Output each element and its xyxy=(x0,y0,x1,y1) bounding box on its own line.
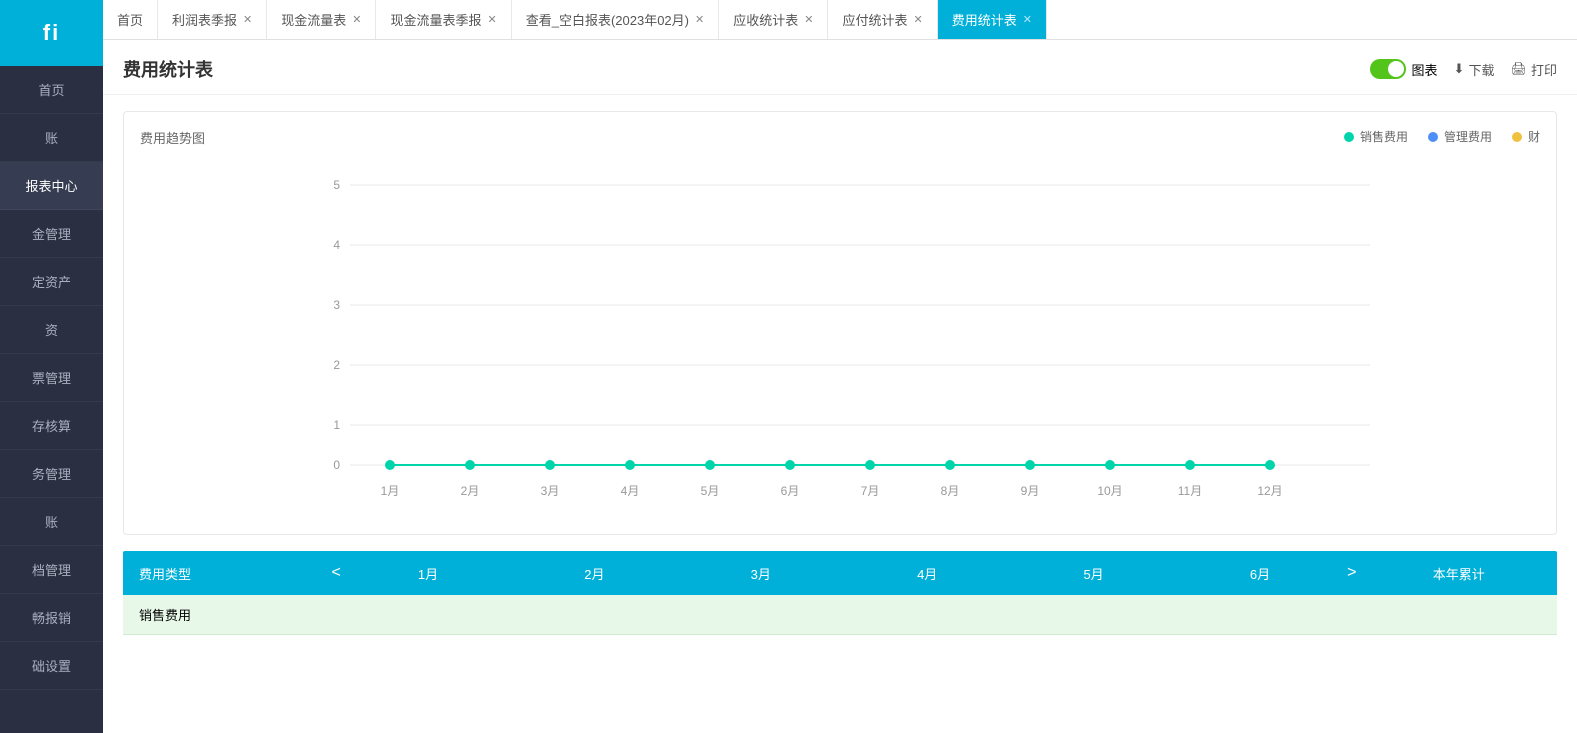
svg-text:11月: 11月 xyxy=(1178,484,1202,498)
table-row: 销售费用 xyxy=(123,595,1557,635)
svg-text:6月: 6月 xyxy=(781,484,800,498)
legend-finance: 财 xyxy=(1512,128,1540,145)
sidebar: fi 首页 账 报表中心 金管理 定资产 资 票管理 存核算 务管理 账 档管理… xyxy=(0,0,103,733)
legend-dot-finance xyxy=(1512,132,1522,142)
sidebar-item-account[interactable]: 账 xyxy=(0,114,103,162)
page-header: 费用统计表 图表 ⬇ 下载 🖨 打印 xyxy=(103,40,1577,95)
th-month-3: 3月 xyxy=(678,564,844,583)
tab-cashflow-quarterly[interactable]: 现金流量表季报 ✕ xyxy=(376,0,511,40)
tab-expense-stats[interactable]: 费用统计表 ✕ xyxy=(938,0,1047,40)
legend-dot-sales xyxy=(1344,132,1354,142)
tab-close-profit-quarterly[interactable]: ✕ xyxy=(243,13,252,26)
chart-svg: 0 1 2 3 4 5 xyxy=(140,155,1540,515)
svg-text:7月: 7月 xyxy=(861,484,880,498)
svg-text:3月: 3月 xyxy=(541,484,560,498)
legend-dot-management xyxy=(1428,132,1438,142)
content-area: 费用统计表 图表 ⬇ 下载 🖨 打印 费用趋势图 xyxy=(103,40,1577,733)
tab-blank-report[interactable]: 查看_空白报表(2023年02月) ✕ xyxy=(512,0,720,40)
tab-receivable-stats[interactable]: 应收统计表 ✕ xyxy=(719,0,828,40)
sidebar-item-fixed-assets[interactable]: 定资产 xyxy=(0,258,103,306)
th-total: 本年累计 xyxy=(1361,564,1557,583)
th-month-6: 6月 xyxy=(1177,564,1343,583)
tab-close-receivable-stats[interactable]: ✕ xyxy=(804,13,813,26)
sidebar-item-inventory[interactable]: 存核算 xyxy=(0,402,103,450)
th-month-1: 1月 xyxy=(345,564,511,583)
legend-management: 管理费用 xyxy=(1428,128,1492,145)
sidebar-item-business[interactable]: 务管理 xyxy=(0,450,103,498)
tab-cashflow[interactable]: 现金流量表 ✕ xyxy=(267,0,376,40)
svg-text:2月: 2月 xyxy=(461,484,480,498)
table-header: 费用类型 < 1月 2月 3月 4月 5月 6月 > 本年累计 xyxy=(123,551,1557,595)
legend-label-finance: 财 xyxy=(1528,128,1540,145)
chart-toggle-label: 图表 xyxy=(1412,60,1438,79)
expense-table: 费用类型 < 1月 2月 3月 4月 5月 6月 > 本年累计 销售费用 xyxy=(123,551,1557,635)
tab-payable-stats[interactable]: 应付统计表 ✕ xyxy=(828,0,937,40)
tab-close-cashflow-quarterly[interactable]: ✕ xyxy=(488,13,497,26)
tab-bar: 首页 利润表季报 ✕ 现金流量表 ✕ 现金流量表季报 ✕ 查看_空白报表(202… xyxy=(103,0,1577,40)
chart-svg-wrap: 0 1 2 3 4 5 xyxy=(140,155,1540,518)
tab-close-payable-stats[interactable]: ✕ xyxy=(913,13,922,26)
tab-close-blank-report[interactable]: ✕ xyxy=(695,13,704,26)
tab-home[interactable]: 首页 xyxy=(103,0,158,40)
sidebar-item-archive[interactable]: 档管理 xyxy=(0,546,103,594)
download-icon: ⬇ xyxy=(1454,61,1465,77)
th-month-2: 2月 xyxy=(511,564,677,583)
main-area: 首页 利润表季报 ✕ 现金流量表 ✕ 现金流量表季报 ✕ 查看_空白报表(202… xyxy=(103,0,1577,733)
th-month-5: 5月 xyxy=(1010,564,1176,583)
svg-text:2: 2 xyxy=(333,358,340,372)
svg-text:1: 1 xyxy=(333,418,340,432)
header-actions: 图表 ⬇ 下载 🖨 打印 xyxy=(1370,59,1557,79)
tab-close-expense-stats[interactable]: ✕ xyxy=(1023,13,1032,26)
legend-label-sales: 销售费用 xyxy=(1360,128,1408,145)
th-month-4: 4月 xyxy=(844,564,1010,583)
sidebar-item-report-center[interactable]: 报表中心 xyxy=(0,162,103,210)
svg-text:9月: 9月 xyxy=(1021,484,1040,498)
svg-text:1月: 1月 xyxy=(381,484,400,498)
tab-close-cashflow[interactable]: ✕ xyxy=(352,13,361,26)
svg-text:8月: 8月 xyxy=(941,484,960,498)
sidebar-item-receivable[interactable]: 账 xyxy=(0,498,103,546)
tab-profit-quarterly[interactable]: 利润表季报 ✕ xyxy=(158,0,267,40)
svg-text:4月: 4月 xyxy=(621,484,640,498)
sidebar-item-investment[interactable]: 资 xyxy=(0,306,103,354)
svg-text:3: 3 xyxy=(333,298,340,312)
page-title: 费用统计表 xyxy=(123,56,213,82)
svg-text:10月: 10月 xyxy=(1097,484,1122,498)
sidebar-item-smooth-cancel[interactable]: 畅报销 xyxy=(0,594,103,642)
chart-container: 费用趋势图 销售费用 管理费用 财 xyxy=(123,111,1557,535)
legend-sales: 销售费用 xyxy=(1344,128,1408,145)
svg-text:12月: 12月 xyxy=(1257,484,1282,498)
legend-label-management: 管理费用 xyxy=(1444,128,1492,145)
sidebar-item-base-settings[interactable]: 础设置 xyxy=(0,642,103,690)
print-icon: 🖨 xyxy=(1510,61,1527,77)
chart-toggle[interactable] xyxy=(1370,59,1406,79)
svg-text:5月: 5月 xyxy=(701,484,720,498)
app-logo: fi xyxy=(0,0,103,66)
table-nav-prev[interactable]: < xyxy=(327,564,344,582)
sidebar-item-home[interactable]: 首页 xyxy=(0,66,103,114)
chart-title: 费用趋势图 xyxy=(140,128,205,147)
chart-legend: 销售费用 管理费用 财 xyxy=(1344,128,1540,145)
table-nav-next[interactable]: > xyxy=(1343,564,1360,582)
sidebar-item-fund[interactable]: 金管理 xyxy=(0,210,103,258)
th-type: 费用类型 xyxy=(123,564,327,583)
svg-text:0: 0 xyxy=(333,458,340,472)
chart-toggle-wrap: 图表 xyxy=(1370,59,1438,79)
svg-text:5: 5 xyxy=(333,178,340,192)
download-button[interactable]: ⬇ 下载 xyxy=(1454,60,1495,79)
svg-text:4: 4 xyxy=(333,238,340,252)
td-type: 销售费用 xyxy=(123,605,337,624)
print-button[interactable]: 🖨 打印 xyxy=(1510,60,1557,79)
sidebar-item-ticket[interactable]: 票管理 xyxy=(0,354,103,402)
